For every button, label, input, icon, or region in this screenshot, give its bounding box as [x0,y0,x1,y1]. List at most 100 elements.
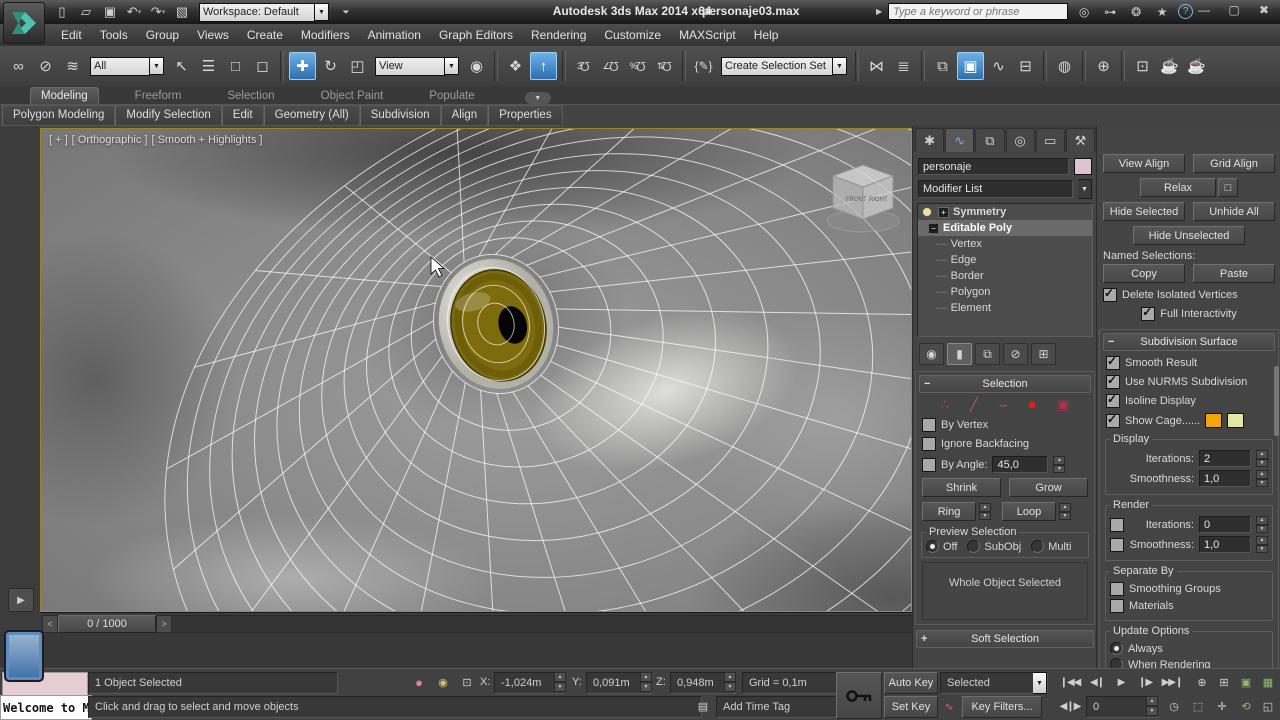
render-iterations-spinner[interactable]: ▲ ▼ [1256,516,1268,533]
display-iterations-spinner[interactable]: ▲ ▼ [1256,450,1268,467]
key-filter-set-dropdown[interactable]: Selected ▼ [940,672,1048,694]
select-and-link-icon[interactable]: ∞ [6,53,31,79]
curve-editor-icon[interactable]: ∿ [986,53,1011,79]
border-subobject-icon[interactable]: ⌣ [999,397,1008,413]
expand-icon[interactable]: + [938,206,949,218]
panel-properties[interactable]: Properties [488,105,563,126]
panel-align[interactable]: Align [440,105,489,126]
ribbon-minimize-icon[interactable]: ▼ [524,92,551,104]
align-icon[interactable]: ≣ [891,53,916,79]
x-coord-spinner[interactable]: ▲ ▼ [554,672,566,692]
paste-button[interactable]: Paste [1193,264,1275,283]
communication-center-icon[interactable]: ❂ [1126,5,1146,19]
shrink-button[interactable]: Shrink [922,478,1001,497]
perspective-viewport[interactable]: [ + ] [ Orthographic ] [ Smooth + Highli… [40,128,914,614]
menu-maxscript[interactable]: MAXScript [670,25,745,45]
3dsmax-logo[interactable] [3,2,45,44]
time-slider-track[interactable] [172,615,914,633]
selection-set-value[interactable]: Create Selection Set [721,56,833,76]
stack-row-vertex[interactable]: ┈┈ Vertex [918,236,1092,252]
window-crossing-icon[interactable]: ◻ [250,53,275,79]
collapse-icon[interactable]: − [928,222,939,234]
preview-off-radio[interactable] [926,540,939,553]
workspace-flyout-icon[interactable]: ⏷ [336,3,356,21]
panel-subdivision[interactable]: Subdivision [359,105,441,126]
key-mode-toggle-icon[interactable]: ◀❙▶ [1058,696,1082,716]
configure-modifier-sets-icon[interactable]: ⊞ [1031,343,1056,365]
object-name-field[interactable]: personaje [918,158,1069,175]
subdivision-surface-header[interactable]: − Subdivision Surface [1103,333,1275,351]
maximize-viewport-toggle-icon[interactable]: ◱ [1258,696,1278,716]
stack-row-symmetry[interactable]: + Symmetry [918,204,1092,220]
search-icon[interactable]: ◎ [1074,5,1094,19]
ring-button[interactable]: Ring [922,502,976,521]
next-frame-icon[interactable]: ❙▶ [1134,672,1156,692]
stack-row-border[interactable]: ┈┈ Border [918,268,1092,284]
smooth-result-checkbox[interactable] [1106,354,1120,370]
ring-spinner[interactable]: ▲ ▼ [979,503,991,520]
full-interactivity-checkbox[interactable] [1141,305,1156,321]
loop-button[interactable]: Loop [1002,502,1056,521]
new-key-tangent-icon[interactable]: ∿ [940,696,958,716]
display-iterations-field[interactable]: 2 [1199,450,1251,467]
copy-button[interactable]: Copy [1103,264,1185,283]
selection-filter-value[interactable]: All [90,56,150,76]
y-coord-spinner[interactable]: ▲ ▼ [640,672,652,692]
by-angle-spinner[interactable]: ▲ ▼ [1053,456,1066,473]
zoom-all-icon[interactable]: ⊞ [1214,672,1234,692]
ribbon-tab-populate[interactable]: Populate [419,88,484,104]
menu-modifiers[interactable]: Modifiers [292,25,359,45]
ignore-backfacing-checkbox[interactable] [922,437,936,451]
display-smoothness-spinner[interactable]: ▲ ▼ [1256,470,1268,487]
utilities-tab-icon[interactable]: ⚒ [1065,128,1096,152]
material-editor-icon[interactable]: ◍ [1052,53,1077,79]
favorites-star-icon[interactable]: ★ [1152,5,1172,19]
select-and-move-icon[interactable]: ✚ [289,52,316,80]
redo-icon[interactable]: ↷ ▾ [148,3,168,21]
hierarchy-tab-icon[interactable]: ⧉ [975,128,1005,152]
render-iterations-field[interactable]: 0 [1199,516,1251,533]
create-tab-icon[interactable]: ✱ [915,128,945,152]
ribbon-tab-freeform[interactable]: Freeform [125,88,192,104]
isolate-selection-toggle-icon[interactable]: ● [410,672,428,692]
render-production-icon[interactable]: ☕ [1157,53,1182,79]
chevron-down-icon[interactable]: ▼ [315,3,329,21]
hide-selected-button[interactable]: Hide Selected [1103,202,1185,221]
minimize-button[interactable]: — [1194,3,1214,17]
previous-frame-arrow[interactable]: < [42,615,58,633]
schematic-view-icon[interactable]: ⊟ [1013,53,1038,79]
menu-create[interactable]: Create [238,25,292,45]
render-smoothness-field[interactable]: 1,0 [1199,536,1251,553]
help-icon[interactable]: ? [1178,4,1194,19]
play-animation-icon[interactable]: ▶ [1112,672,1130,692]
by-vertex-checkbox[interactable] [922,418,936,432]
coord-system-value[interactable]: View [375,56,445,76]
zoom-icon[interactable]: ⊕ [1192,672,1212,692]
key-filters-button[interactable]: Key Filters... [962,696,1042,718]
preview-subobj-radio[interactable] [967,540,981,553]
stack-row-element[interactable]: ┈┈ Element [918,300,1092,316]
select-by-name-icon[interactable]: ☰ [196,53,221,79]
layer-manager-icon[interactable]: ⧉ [930,53,955,79]
soft-selection-rollout-header[interactable]: + Soft Selection [916,630,1094,648]
time-slider-handle[interactable]: 0 / 1000 [58,615,156,633]
ribbon-tab-object-paint[interactable]: Object Paint [311,88,394,104]
viewport-layout-tab[interactable] [4,630,44,682]
chevron-down-icon[interactable]: ▼ [1033,672,1047,694]
save-file-icon[interactable]: ▣ [100,3,120,21]
menu-graph-editors[interactable]: Graph Editors [430,25,522,45]
keyboard-override-toggle-icon[interactable]: ↑ [530,52,557,80]
show-cage-checkbox[interactable] [1106,412,1120,428]
smoothing-groups-checkbox[interactable] [1110,582,1124,596]
render-smoothness-spinner[interactable]: ▲ ▼ [1256,536,1268,553]
viewport-general-menu[interactable]: [ + ] [49,134,68,146]
search-input[interactable] [888,3,1069,20]
panel-modify-selection[interactable]: Modify Selection [115,105,222,126]
menu-animation[interactable]: Animation [359,25,430,45]
previous-frame-icon[interactable]: ◀❙ [1086,672,1108,692]
layout-tabs-expand-icon[interactable]: ▶ [8,588,34,612]
by-angle-field[interactable]: 45,0 [992,456,1049,473]
go-to-start-icon[interactable]: ❙◀◀ [1058,672,1082,692]
set-keys-button[interactable] [836,672,882,719]
show-end-result-icon[interactable]: ▮ [947,343,972,365]
